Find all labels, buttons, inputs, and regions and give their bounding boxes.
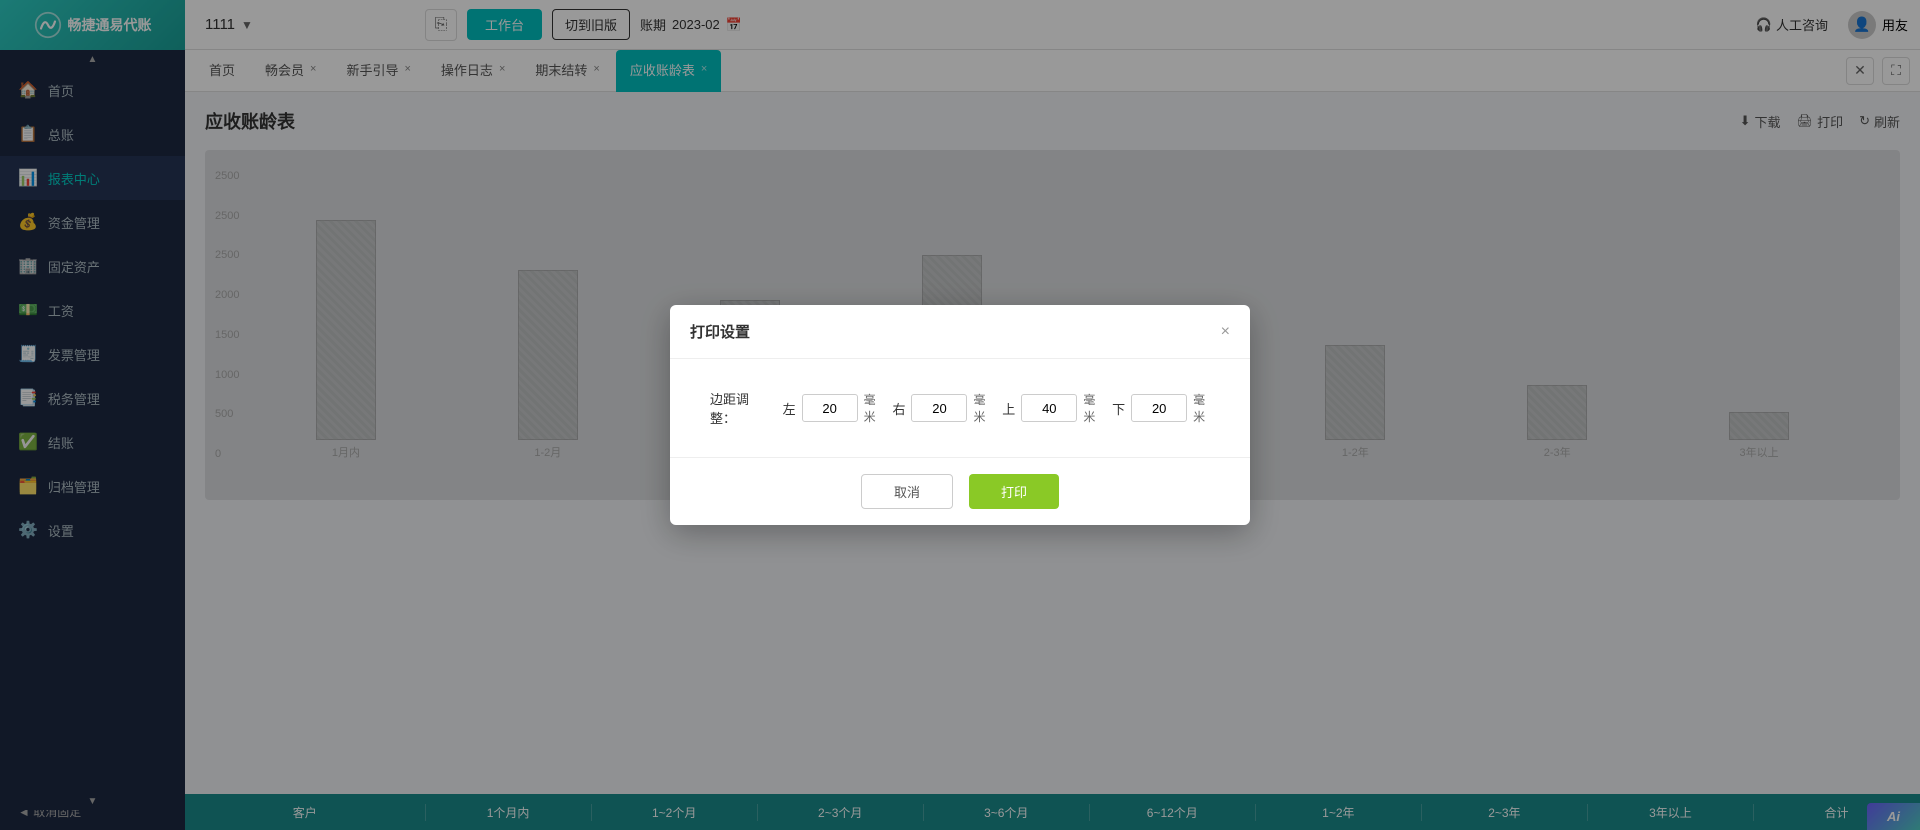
right-label: 右 (892, 399, 905, 418)
top-unit: 毫米 (1083, 391, 1100, 425)
modal-overlay[interactable]: 打印设置 × 边距调整： 左 毫米 右 毫米 上 毫米 (0, 0, 1920, 830)
bottom-unit: 毫米 (1193, 391, 1210, 425)
right-input[interactable] (911, 394, 967, 422)
confirm-print-button[interactable]: 打印 (969, 474, 1059, 509)
dialog-header: 打印设置 × (670, 305, 1250, 359)
margin-label: 边距调整： (710, 389, 771, 427)
dialog-footer: 取消 打印 (670, 457, 1250, 525)
margin-left-group: 左 毫米 (783, 391, 881, 425)
cancel-button[interactable]: 取消 (861, 474, 953, 509)
top-label: 上 (1002, 399, 1015, 418)
margin-row: 边距调整： 左 毫米 右 毫米 上 毫米 下 (710, 389, 1210, 427)
top-input[interactable] (1021, 394, 1077, 422)
left-label: 左 (783, 399, 796, 418)
right-unit: 毫米 (973, 391, 990, 425)
dialog-title: 打印设置 (690, 321, 750, 342)
left-unit: 毫米 (864, 391, 881, 425)
dialog-close-button[interactable]: × (1221, 324, 1230, 340)
left-input[interactable] (802, 394, 858, 422)
dialog-body: 边距调整： 左 毫米 右 毫米 上 毫米 下 (670, 359, 1250, 457)
margin-right-group: 右 毫米 (892, 391, 990, 425)
bottom-input[interactable] (1131, 394, 1187, 422)
print-settings-dialog: 打印设置 × 边距调整： 左 毫米 右 毫米 上 毫米 (670, 305, 1250, 525)
margin-top-group: 上 毫米 (1002, 391, 1100, 425)
margin-bottom-group: 下 毫米 (1112, 391, 1210, 425)
bottom-label: 下 (1112, 399, 1125, 418)
